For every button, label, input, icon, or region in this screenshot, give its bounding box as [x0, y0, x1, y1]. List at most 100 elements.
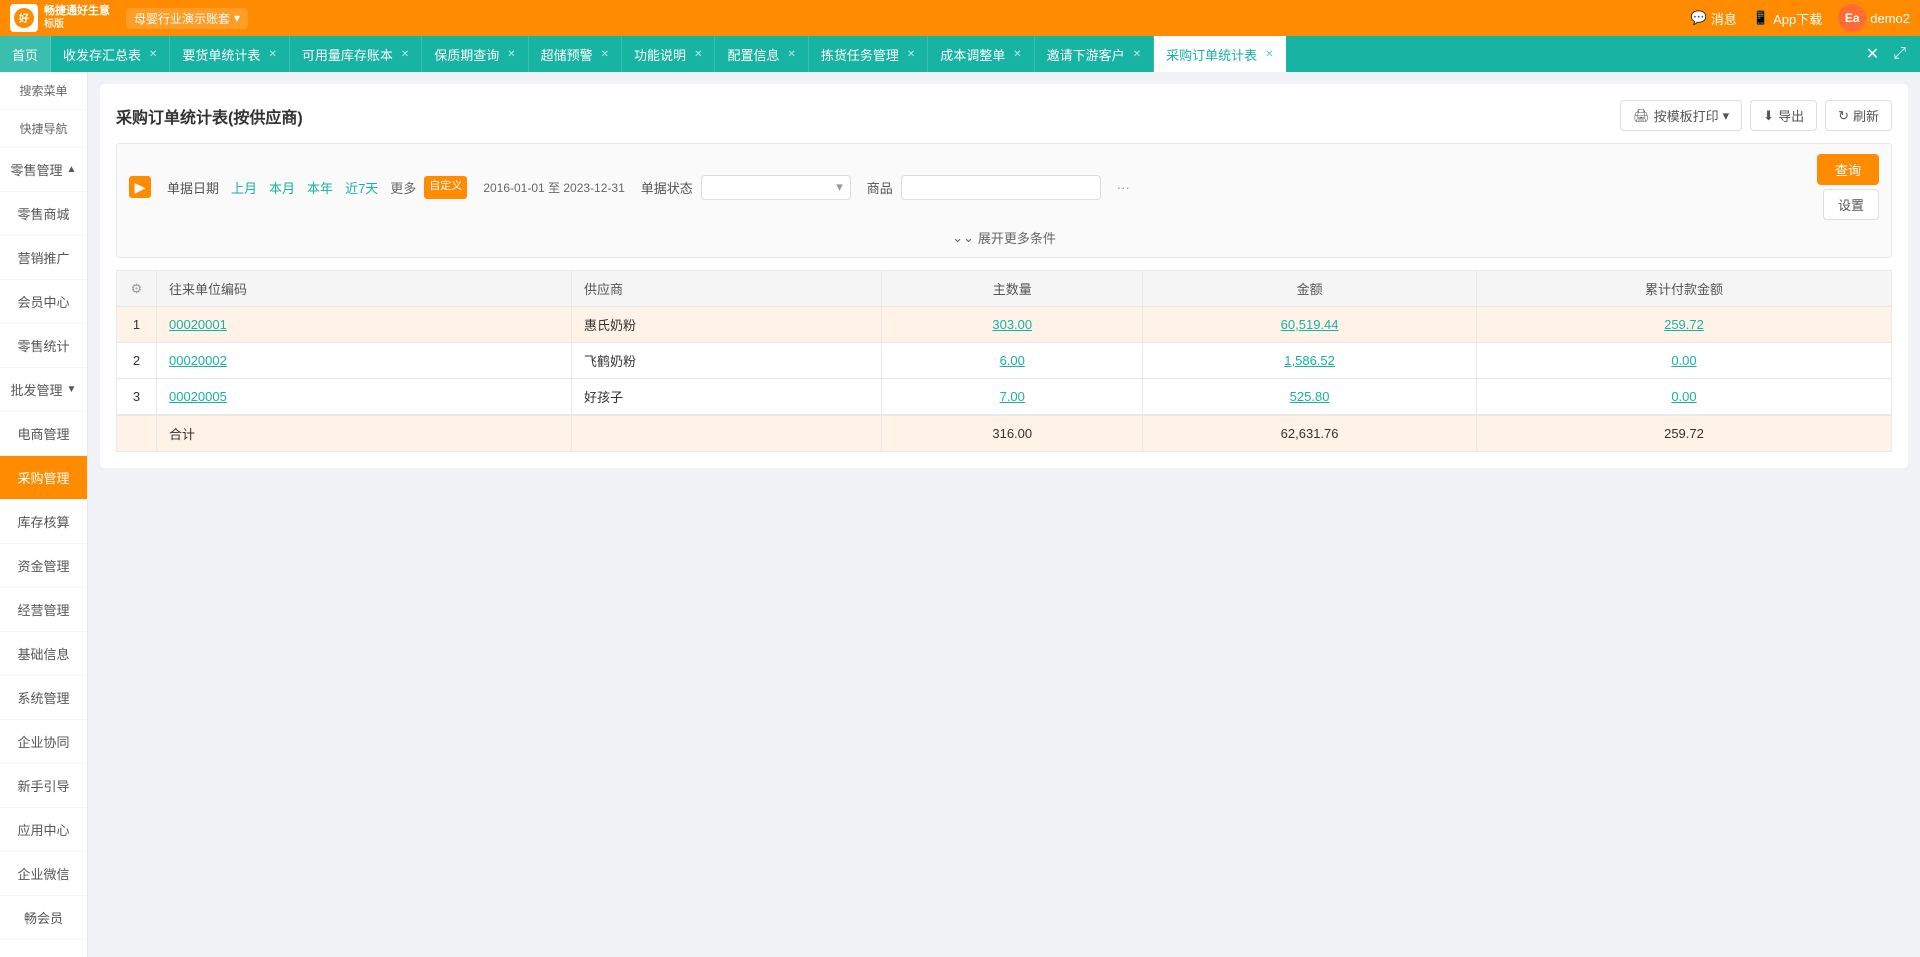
shortcut-more[interactable]: 更多 — [386, 176, 420, 199]
sidebar-item-quick[interactable]: 快捷导航 — [0, 110, 87, 148]
close-icon[interactable]: ✕ — [1013, 49, 1021, 60]
cell-paid: 259.72 — [1476, 307, 1891, 343]
sidebar-item-enterprise[interactable]: 企业协同 — [0, 720, 87, 764]
sidebar-item-wholesale[interactable]: 批发管理 ▼ — [0, 368, 87, 412]
close-icon[interactable]: ✕ — [401, 49, 409, 60]
tab-label: 收发存汇总表 — [63, 45, 141, 64]
sidebar-item-ecommerce[interactable]: 电商管理 — [0, 412, 87, 456]
filter-right-actions: 查询 设置 — [1817, 154, 1879, 220]
sidebar-item-appstore[interactable]: 应用中心 — [0, 808, 87, 852]
message-btn[interactable]: 💬 消息 — [1691, 9, 1737, 28]
retail-arrow-icon: ▲ — [67, 164, 77, 175]
workspace-selector[interactable]: 母婴行业演示账套 ▾ — [126, 8, 248, 29]
tab-peizhi[interactable]: 配置信息 ✕ — [715, 36, 808, 72]
tab-shoufaxhz[interactable]: 收发存汇总表 ✕ — [51, 36, 170, 72]
amount-link[interactable]: 1,586.52 — [1284, 353, 1335, 368]
app-download-btn[interactable]: 📱 App下载 — [1753, 9, 1822, 28]
tab-home[interactable]: 首页 — [0, 36, 51, 72]
print-btn[interactable]: 🖨 按模板打印 ▾ — [1620, 100, 1742, 131]
data-table: ⚙ 往来单位编码 供应商 主数量 金额 累计付款金额 1 00020001 惠氏… — [116, 270, 1892, 452]
close-icon[interactable]: ✕ — [149, 49, 157, 60]
th-amount: 金额 — [1143, 271, 1477, 307]
paid-link[interactable]: 0.00 — [1671, 389, 1696, 404]
table-row[interactable]: 2 00020002 飞鹤奶粉 6.00 1,586.52 0.00 — [117, 343, 1892, 379]
sidebar-item-inventory[interactable]: 库存核算 — [0, 500, 87, 544]
filter-date-item: 单据日期 上月 本月 本年 近7天 更多 自定义 — [167, 176, 467, 199]
qty-link[interactable]: 303.00 — [992, 317, 1032, 332]
close-icon[interactable]: ✕ — [601, 49, 609, 60]
user-area[interactable]: Ea demo2 — [1838, 4, 1910, 32]
code-link[interactable]: 00020002 — [169, 353, 227, 368]
filter-bar: ▶ 单据日期 上月 本月 本年 近7天 更多 自定义 — [116, 143, 1892, 258]
sidebar-item-search[interactable]: 搜索菜单 — [0, 72, 87, 110]
tab-yaoqingxia[interactable]: 邀请下游客户 ✕ — [1035, 36, 1154, 72]
sidebar-item-purchase[interactable]: 采购管理 — [0, 456, 87, 500]
tab-keyongliang[interactable]: 可用量库存账本 ✕ — [290, 36, 422, 72]
sidebar-item-marketing[interactable]: 营销推广 — [0, 236, 87, 280]
tab-label: 采购订单统计表 — [1166, 45, 1257, 64]
qty-link[interactable]: 6.00 — [1000, 353, 1025, 368]
qty-link[interactable]: 7.00 — [1000, 389, 1025, 404]
sidebar-item-finance[interactable]: 资金管理 — [0, 544, 87, 588]
sidebar-item-operation[interactable]: 经营管理 — [0, 588, 87, 632]
app-icon: 📱 — [1753, 10, 1769, 26]
print-label: 按模板打印 — [1654, 106, 1719, 125]
refresh-btn[interactable]: ↻ 刷新 — [1825, 100, 1892, 131]
table-row[interactable]: 1 00020001 惠氏奶粉 303.00 60,519.44 259.72 — [117, 307, 1892, 343]
sidebar-item-system[interactable]: 系统管理 — [0, 676, 87, 720]
sidebar-item-basic[interactable]: 基础信息 — [0, 632, 87, 676]
shortcut-7days[interactable]: 近7天 — [341, 176, 382, 199]
amount-link[interactable]: 525.80 — [1290, 389, 1330, 404]
sidebar-item-retail-shop[interactable]: 零售商城 — [0, 192, 87, 236]
tab-chenbentiaoz[interactable]: 成本调整单 ✕ — [928, 36, 1034, 72]
close-icon[interactable]: ✕ — [694, 49, 702, 60]
retail-label: 零售管理 — [11, 160, 63, 179]
paid-link[interactable]: 0.00 — [1671, 353, 1696, 368]
tab-caigouddtj[interactable]: 采购订单统计表 ✕ — [1154, 36, 1286, 72]
shortcut-last-month[interactable]: 上月 — [227, 176, 261, 199]
gear-icon[interactable]: ⚙ — [131, 281, 143, 296]
sidebar-item-newbie[interactable]: 新手引导 — [0, 764, 87, 808]
cell-supplier: 好孩子 — [572, 379, 882, 416]
tab-gongneng[interactable]: 功能说明 ✕ — [622, 36, 715, 72]
more-dots[interactable]: ··· — [1109, 176, 1138, 199]
expand-btn[interactable]: ⌄⌄ 展开更多条件 — [952, 228, 1056, 247]
paid-link[interactable]: 259.72 — [1664, 317, 1704, 332]
logo-text: 畅捷通好生意 — [44, 5, 110, 18]
close-icon[interactable]: ✕ — [268, 49, 276, 60]
tab-phuozhanren[interactable]: 拣货任务管理 ✕ — [809, 36, 928, 72]
close-icon[interactable]: ✕ — [787, 49, 795, 60]
toggle-filter-btn[interactable]: ▶ — [129, 176, 151, 198]
sidebar-item-retail[interactable]: 零售管理 ▲ — [0, 148, 87, 192]
sidebar-item-wechat[interactable]: 企业微信 — [0, 852, 87, 896]
shortcut-this-month[interactable]: 本月 — [265, 176, 299, 199]
tab-chaoyuyu[interactable]: 超储预警 ✕ — [529, 36, 622, 72]
cell-code: 00020002 — [157, 343, 572, 379]
filter-status-select[interactable] — [701, 175, 851, 200]
settings-btn[interactable]: 设置 — [1823, 189, 1879, 220]
shortcut-this-year[interactable]: 本年 — [303, 176, 337, 199]
print-icon: 🖨 — [1633, 108, 1650, 124]
code-link[interactable]: 00020005 — [169, 389, 227, 404]
sidebar-item-retail-stat[interactable]: 零售统计 — [0, 324, 87, 368]
filter-row-main: ▶ 单据日期 上月 本月 本年 近7天 更多 自定义 — [129, 154, 1879, 220]
query-btn[interactable]: 查询 — [1817, 154, 1879, 185]
export-btn[interactable]: ⬇ 导出 — [1750, 100, 1817, 131]
close-icon[interactable]: ✕ — [1265, 49, 1273, 60]
close-icon[interactable]: ✕ — [907, 49, 915, 60]
close-icon[interactable]: ✕ — [1133, 49, 1141, 60]
filter-goods-input[interactable] — [901, 175, 1101, 200]
code-link[interactable]: 00020001 — [169, 317, 227, 332]
footer-empty — [117, 415, 157, 452]
tab-baoyuanxq[interactable]: 保质期查询 ✕ — [422, 36, 528, 72]
th-supplier: 供应商 — [572, 271, 882, 307]
table-row[interactable]: 3 00020005 好孩子 7.00 525.80 0.00 — [117, 379, 1892, 416]
sidebar-item-member[interactable]: 会员中心 — [0, 280, 87, 324]
close-icon[interactable]: ✕ — [507, 49, 515, 60]
tab-yaohuo[interactable]: 要货单统计表 ✕ — [170, 36, 289, 72]
amount-link[interactable]: 60,519.44 — [1281, 317, 1339, 332]
sidebar-item-vip[interactable]: 畅会员 — [0, 896, 87, 940]
nav-close-btn[interactable]: ✕ — [1860, 40, 1885, 68]
filter-status-select-wrap — [701, 175, 851, 200]
nav-expand-btn[interactable]: ⤢ — [1887, 41, 1912, 67]
